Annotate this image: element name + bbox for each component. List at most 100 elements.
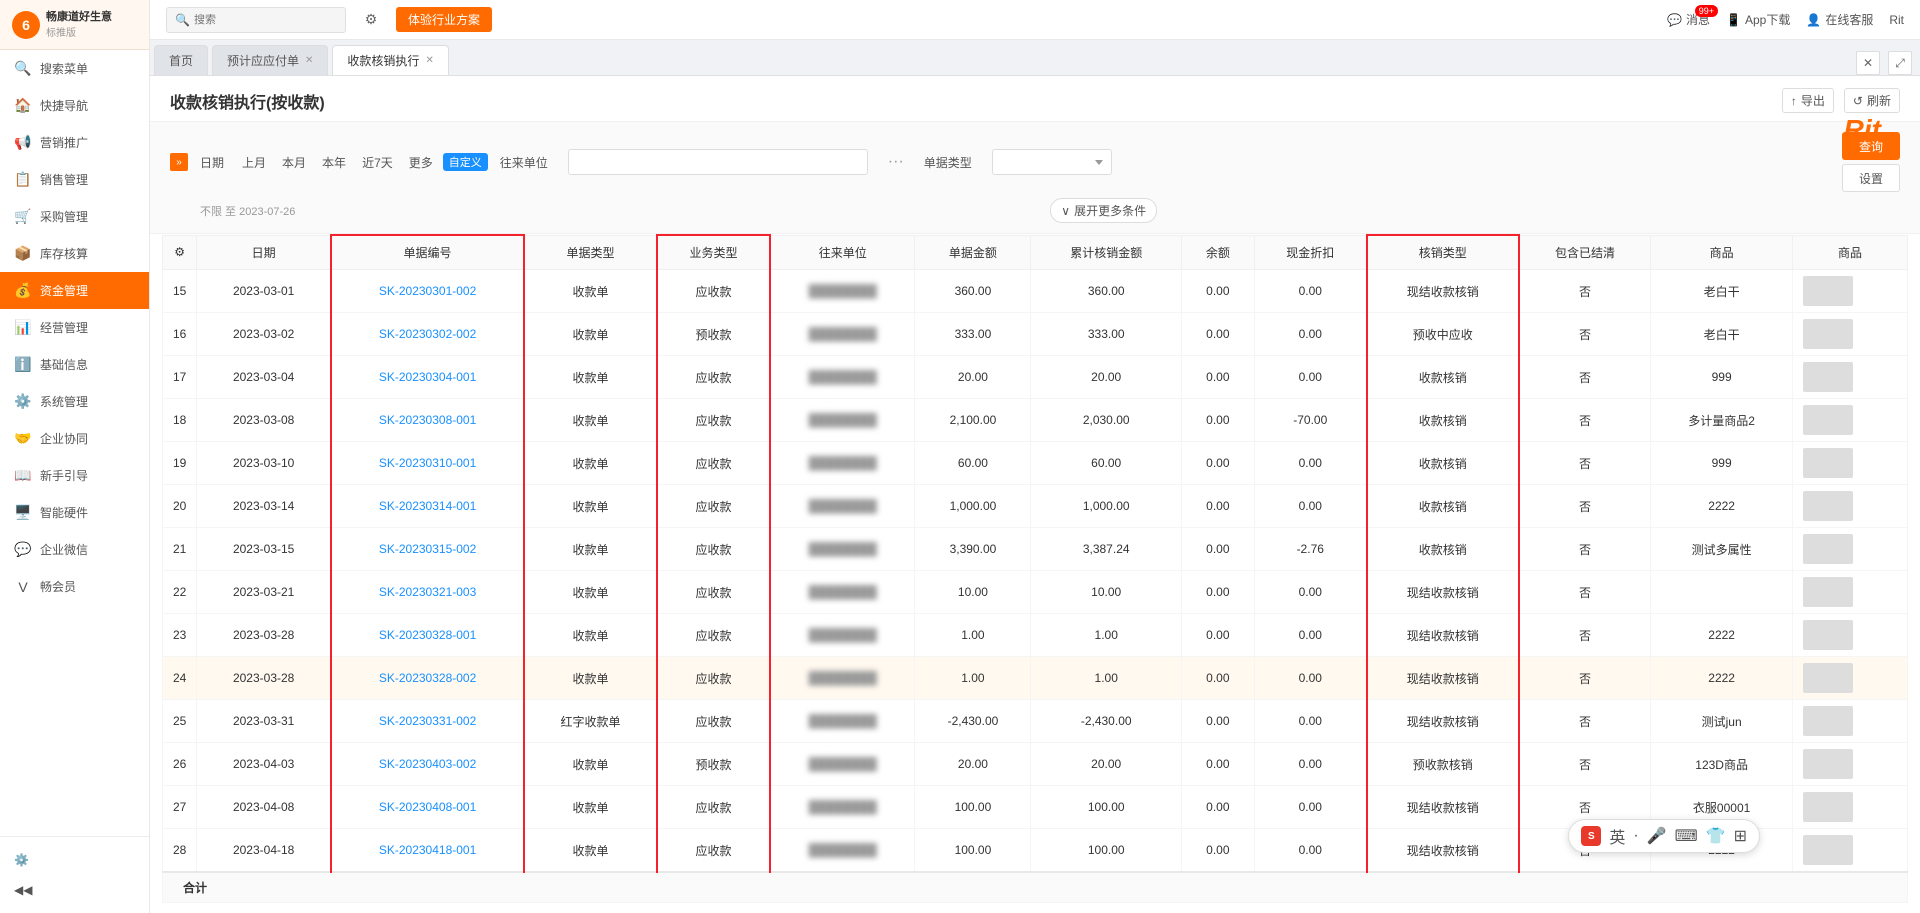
online-service-button[interactable]: 👤 在线客服 [1806,11,1873,28]
user-avatar[interactable]: Rit [1889,13,1904,27]
bill-no-link[interactable]: SK-20230331-002 [379,714,476,728]
sidebar-item-finance[interactable]: 💰资金管理 [0,272,149,309]
ime-keyboard-btn[interactable]: ⌨ [1675,826,1698,846]
sidebar-item-quick[interactable]: 🏠快捷导航 [0,87,149,124]
td-partner: ████████ [770,485,915,528]
ime-dot-btn[interactable]: · [1633,827,1638,845]
bill-no-link[interactable]: SK-20230310-001 [379,456,476,470]
td-product1: 999 [1651,356,1793,399]
td-verify-type: 收款核销 [1367,399,1519,442]
bill-no-link[interactable]: SK-20230418-001 [379,843,476,857]
filter-date-this-month[interactable]: 本月 [276,152,312,173]
search-input[interactable] [194,14,337,26]
td-amount: 1,000.00 [915,485,1031,528]
filter-date-more[interactable]: 更多 [403,152,439,173]
ime-shirt-btn[interactable]: 👕 [1706,826,1726,846]
sidebar-item-member[interactable]: V畅会员 [0,568,149,605]
partner-value: ████████ [809,585,877,599]
expand-more-btn[interactable]: ∨ 展开更多条件 [1050,198,1157,223]
export-label: 导出 [1801,92,1825,109]
td-bill-type: 收款单 [524,399,657,442]
td-bill-no: SK-20230310-001 [331,442,524,485]
search-icon: 🔍 [175,13,190,27]
tab-payable-label: 预计应应付单 [227,52,299,69]
td-verify-type: 收款核销 [1367,485,1519,528]
tab-payable[interactable]: 预计应应付单 ✕ [212,45,328,75]
sidebar-item-system[interactable]: ⚙️系统管理 [0,383,149,420]
filter-date-last-month[interactable]: 上月 [236,152,272,173]
bill-no-link[interactable]: SK-20230408-001 [379,800,476,814]
tab-home[interactable]: 首页 [154,45,208,75]
filter-expand-wrap: ∨ 展开更多条件 [307,198,1900,223]
sidebar-item-search[interactable]: 🔍搜索菜单 [0,50,149,87]
th-gear[interactable]: ⚙ [163,235,197,270]
tab-close-btn[interactable]: ✕ [1856,51,1880,75]
sidebar-item-enterprise[interactable]: 🤝企业协同 [0,420,149,457]
tab-home-label: 首页 [169,52,193,69]
refresh-icon: ↺ [1853,94,1863,108]
sidebar-item-operation[interactable]: 📊经营管理 [0,309,149,346]
header-search-box[interactable]: 🔍 [166,7,346,33]
tab-receipt[interactable]: 收款核销执行 ✕ [332,45,448,75]
message-button[interactable]: 💬 消息 99+ [1667,11,1710,28]
tab-expand-btn[interactable]: ⤢ [1888,51,1912,75]
filter-toggle-icon[interactable]: » [170,153,188,171]
td-no: 27 [163,786,197,829]
filter-dots[interactable]: ··· [888,153,904,171]
filter-bar: » 日期 上月 本月 本年 近7天 更多 自定义 往来单位 ··· 单据类型 [150,122,1920,234]
bill-no-link[interactable]: SK-20230321-003 [379,585,476,599]
td-verify-type: 现结收款核销 [1367,829,1519,873]
td-included: 否 [1519,657,1651,700]
sidebar-item-hardware[interactable]: 🖥️智能硬件 [0,494,149,531]
filter-setting-button[interactable]: 设置 [1842,164,1900,192]
bill-no-link[interactable]: SK-20230314-001 [379,499,476,513]
sidebar-bottom-settings[interactable]: ⚙️ [0,845,149,875]
gear-icon[interactable]: ⚙ [358,7,384,33]
sidebar-item-inventory[interactable]: 📦库存核算 [0,235,149,272]
filter-bill-type-select[interactable] [992,149,1112,175]
sidebar-item-wechat[interactable]: 💬企业微信 [0,531,149,568]
bill-no-link[interactable]: SK-20230328-001 [379,628,476,642]
filter-date-custom[interactable]: 自定义 [443,153,488,171]
message-badge: 99+ [1695,5,1718,17]
refresh-button[interactable]: ↺ 刷新 [1844,88,1900,113]
td-product1: 老白干 [1651,313,1793,356]
ime-mic-btn[interactable]: 🎤 [1647,826,1667,846]
tab-receipt-close[interactable]: ✕ [425,55,433,66]
bill-no-link[interactable]: SK-20230304-001 [379,370,476,384]
sidebar-item-sales[interactable]: 📋销售管理 [0,161,149,198]
filter-date-7days[interactable]: 近7天 [356,152,399,173]
partner-value: ████████ [809,800,877,814]
bill-no-link[interactable]: SK-20230328-002 [379,671,476,685]
sidebar-logo-icon: 6 [12,11,40,39]
td-included: 否 [1519,700,1651,743]
td-product1: 2222 [1651,657,1793,700]
solution-button[interactable]: 体验行业方案 [396,7,492,32]
ime-chinese-btn[interactable]: 英 [1609,824,1625,848]
sidebar-item-marketing[interactable]: 📢营销推广 [0,124,149,161]
td-balance: 0.00 [1181,786,1254,829]
filter-date-this-year[interactable]: 本年 [316,152,352,173]
ime-grid-btn[interactable]: ⊞ [1734,826,1747,846]
td-discount: 0.00 [1254,657,1366,700]
bill-no-link[interactable]: SK-20230403-002 [379,757,476,771]
bill-no-link[interactable]: SK-20230315-002 [379,542,476,556]
td-product1: 123D商品 [1651,743,1793,786]
td-no: 20 [163,485,197,528]
td-bill-no: SK-20230315-002 [331,528,524,571]
bill-no-link[interactable]: SK-20230301-002 [379,284,476,298]
app-download-button[interactable]: 📱 App下载 [1726,11,1790,28]
sidebar-item-basic[interactable]: ℹ️基础信息 [0,346,149,383]
td-balance: 0.00 [1181,657,1254,700]
sidebar-item-purchase[interactable]: 🛒采购管理 [0,198,149,235]
bill-no-link[interactable]: SK-20230308-001 [379,413,476,427]
sidebar-bottom-collapse[interactable]: ◀◀ [0,875,149,905]
td-discount: 0.00 [1254,829,1366,873]
bill-no-link[interactable]: SK-20230302-002 [379,327,476,341]
tab-payable-close[interactable]: ✕ [305,55,313,66]
export-button[interactable]: ↑ 导出 [1782,88,1834,113]
export-icon: ↑ [1791,94,1797,108]
td-product2 [1793,614,1908,657]
filter-partner-input[interactable] [568,149,868,175]
sidebar-item-guide[interactable]: 📖新手引导 [0,457,149,494]
